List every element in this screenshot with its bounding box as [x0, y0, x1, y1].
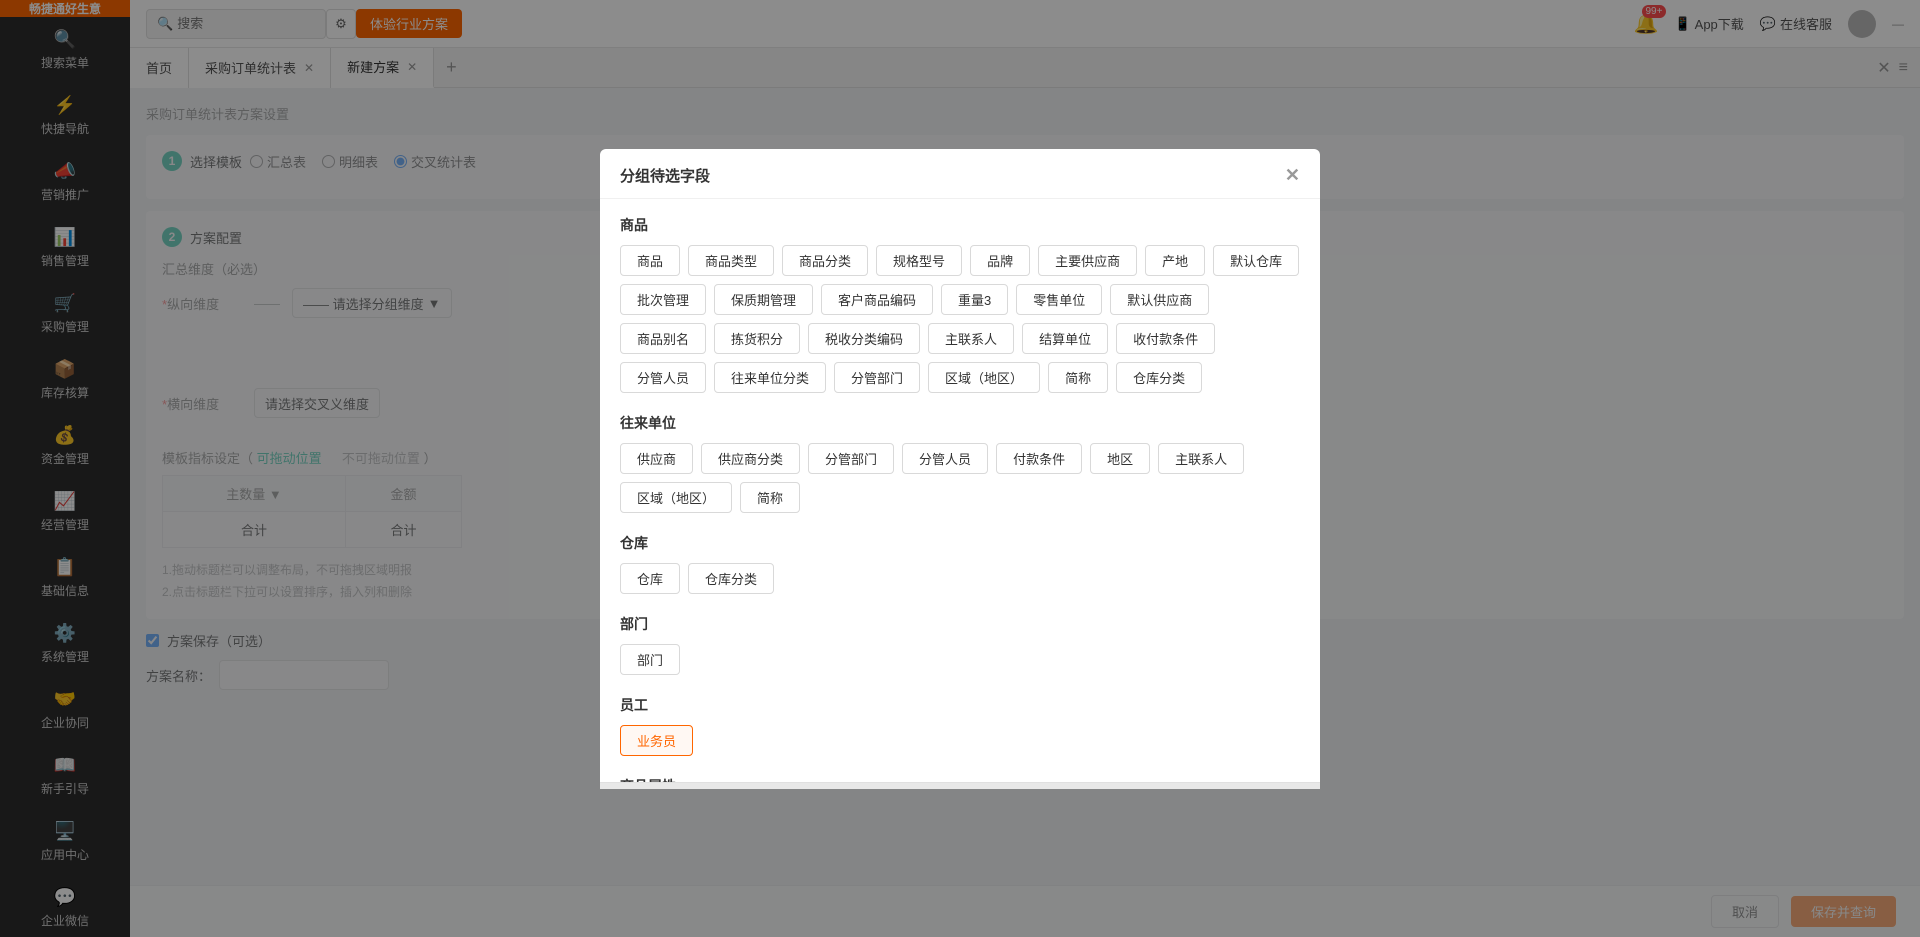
section-title-2: 仓库: [620, 533, 1300, 553]
field-tags-4: 业务员: [620, 725, 1300, 756]
field-tag-0-15[interactable]: 拣货积分: [714, 323, 800, 354]
modal-dialog: 分组待选字段 ✕ 商品商品商品类型商品分类规格型号品牌主要供应商产地默认仓库批次…: [600, 149, 1320, 789]
field-tag-0-14[interactable]: 商品别名: [620, 323, 706, 354]
field-section-4: 员工业务员: [620, 695, 1300, 756]
section-title-4: 员工: [620, 695, 1300, 715]
field-tag-0-6[interactable]: 产地: [1145, 245, 1205, 276]
field-tag-2-1[interactable]: 仓库分类: [688, 563, 774, 594]
field-tag-1-3[interactable]: 分管人员: [902, 443, 988, 474]
modal-body[interactable]: 商品商品商品类型商品分类规格型号品牌主要供应商产地默认仓库批次管理保质期管理客户…: [600, 199, 1320, 782]
field-tag-0-21[interactable]: 往来单位分类: [714, 362, 826, 393]
field-tag-1-6[interactable]: 主联系人: [1158, 443, 1244, 474]
field-tag-0-20[interactable]: 分管人员: [620, 362, 706, 393]
field-tag-0-0[interactable]: 商品: [620, 245, 680, 276]
section-title-3: 部门: [620, 614, 1300, 634]
field-tag-1-5[interactable]: 地区: [1090, 443, 1150, 474]
modal-close-button[interactable]: ✕: [1285, 165, 1300, 186]
field-section-0: 商品商品商品类型商品分类规格型号品牌主要供应商产地默认仓库批次管理保质期管理客户…: [620, 215, 1300, 393]
field-tag-3-0[interactable]: 部门: [620, 644, 680, 675]
field-tag-1-0[interactable]: 供应商: [620, 443, 693, 474]
field-section-2: 仓库仓库仓库分类: [620, 533, 1300, 594]
field-tag-0-4[interactable]: 品牌: [970, 245, 1030, 276]
field-tag-0-25[interactable]: 仓库分类: [1116, 362, 1202, 393]
field-tag-4-0[interactable]: 业务员: [620, 725, 693, 756]
field-section-3: 部门部门: [620, 614, 1300, 675]
field-tag-0-23[interactable]: 区域（地区）: [928, 362, 1040, 393]
field-tag-1-1[interactable]: 供应商分类: [701, 443, 800, 474]
modal-title: 分组待选字段: [620, 165, 710, 186]
section-title-0: 商品: [620, 215, 1300, 235]
field-tag-2-0[interactable]: 仓库: [620, 563, 680, 594]
field-tag-0-12[interactable]: 零售单位: [1016, 284, 1102, 315]
field-tags-2: 仓库仓库分类: [620, 563, 1300, 594]
field-tag-0-16[interactable]: 税收分类编码: [808, 323, 920, 354]
modal-overlay: 分组待选字段 ✕ 商品商品商品类型商品分类规格型号品牌主要供应商产地默认仓库批次…: [0, 0, 1920, 937]
field-tag-0-3[interactable]: 规格型号: [876, 245, 962, 276]
field-tags-1: 供应商供应商分类分管部门分管人员付款条件地区主联系人区域（地区） 简称: [620, 443, 1300, 513]
field-tag-1-2[interactable]: 分管部门: [808, 443, 894, 474]
modal-hscroll[interactable]: [600, 782, 1320, 789]
field-tag-0-10[interactable]: 客户商品编码: [821, 284, 933, 315]
section-title-1: 往来单位: [620, 413, 1300, 433]
field-tag-0-19[interactable]: 收付款条件: [1116, 323, 1215, 354]
field-tag-0-22[interactable]: 分管部门: [834, 362, 920, 393]
field-tag-0-1[interactable]: 商品类型: [688, 245, 774, 276]
field-tags-3: 部门: [620, 644, 1300, 675]
field-tag-1-4[interactable]: 付款条件: [996, 443, 1082, 474]
field-tag-0-9[interactable]: 保质期管理: [714, 284, 813, 315]
field-tag-1-7[interactable]: 区域（地区）: [620, 482, 732, 513]
field-tag-0-24[interactable]: 简称: [1048, 362, 1108, 393]
modal-header: 分组待选字段 ✕: [600, 149, 1320, 199]
field-tag-0-7[interactable]: 默认仓库: [1213, 245, 1299, 276]
field-tag-0-18[interactable]: 结算单位: [1022, 323, 1108, 354]
field-tag-0-17[interactable]: 主联系人: [928, 323, 1014, 354]
field-tag-0-8[interactable]: 批次管理: [620, 284, 706, 315]
field-tag-0-5[interactable]: 主要供应商: [1038, 245, 1137, 276]
field-tag-0-11[interactable]: 重量3: [941, 284, 1008, 315]
field-section-1: 往来单位供应商供应商分类分管部门分管人员付款条件地区主联系人区域（地区） 简称: [620, 413, 1300, 513]
field-tags-0: 商品商品类型商品分类规格型号品牌主要供应商产地默认仓库批次管理保质期管理客户商品…: [620, 245, 1300, 393]
field-tag-0-2[interactable]: 商品分类: [782, 245, 868, 276]
field-tag-0-13[interactable]: 默认供应商: [1110, 284, 1209, 315]
field-tag-1-8[interactable]: 简称: [740, 482, 800, 513]
